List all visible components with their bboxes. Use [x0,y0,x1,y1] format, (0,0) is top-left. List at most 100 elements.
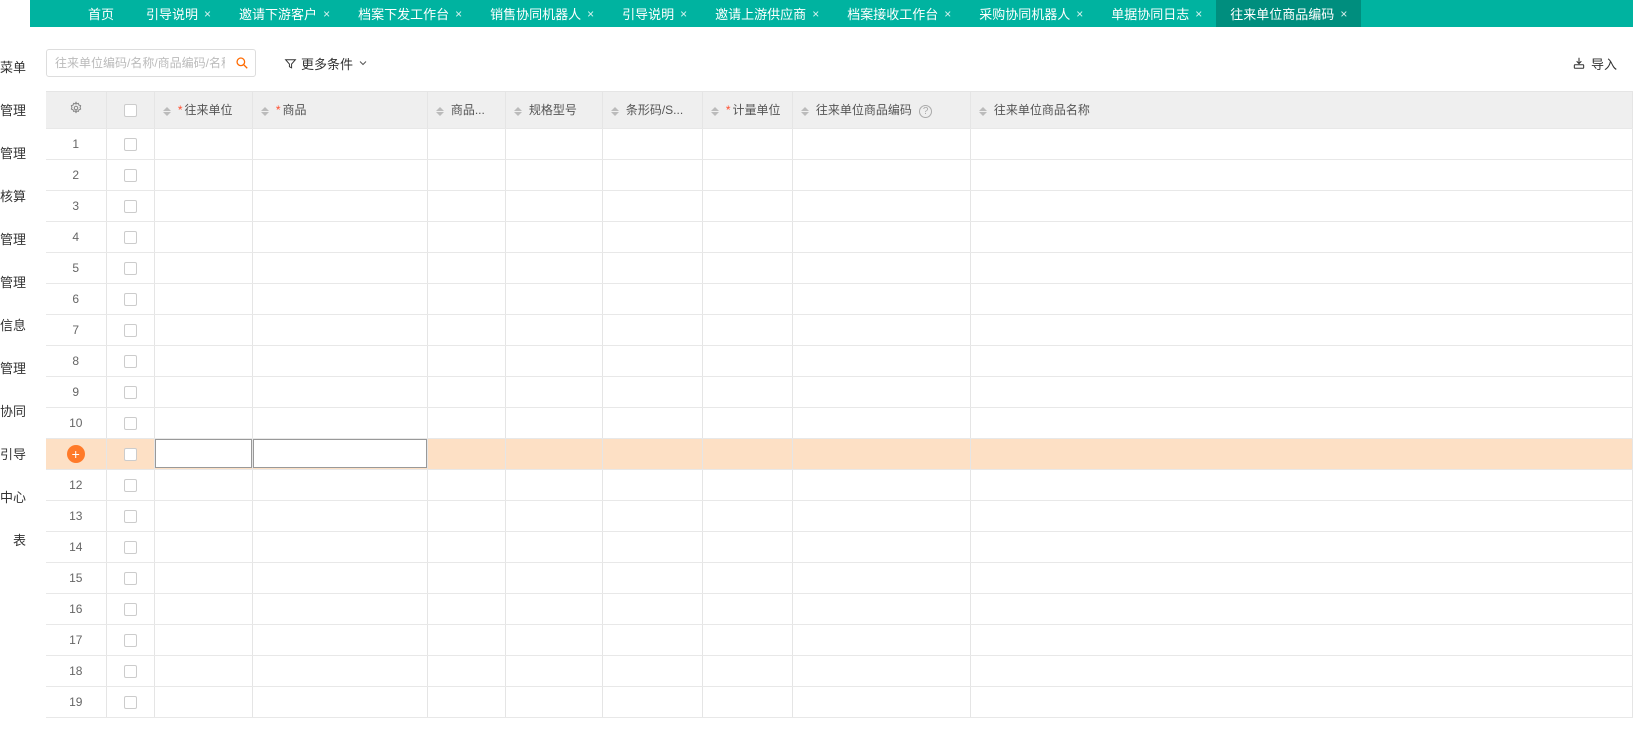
sidebar-item[interactable]: 管理 [0,131,30,174]
table-row[interactable]: 18 [46,655,1633,686]
tab-item[interactable]: 销售协同机器人× [476,0,608,27]
cell[interactable] [602,531,702,562]
cell[interactable] [970,314,1633,345]
header-checkbox[interactable] [106,92,154,128]
close-icon[interactable]: × [204,7,211,21]
cell[interactable] [154,128,252,159]
sidebar-item[interactable]: 信息 [0,303,30,346]
cell[interactable] [154,345,252,376]
row-checkbox[interactable] [124,479,137,492]
cell[interactable] [792,624,970,655]
cell[interactable] [702,562,792,593]
tab-item[interactable]: 单据协同日志× [1097,0,1216,27]
cell[interactable] [252,562,427,593]
add-row-button[interactable]: + [67,445,85,463]
cell[interactable] [154,376,252,407]
cell[interactable] [154,221,252,252]
cell[interactable] [702,128,792,159]
cell[interactable] [505,407,602,438]
cell[interactable] [970,500,1633,531]
cell[interactable] [427,469,505,500]
cell[interactable] [252,686,427,717]
cell[interactable] [702,221,792,252]
row-checkbox[interactable] [124,355,137,368]
cell[interactable] [252,438,427,469]
close-icon[interactable]: × [1195,7,1202,21]
cell[interactable] [427,531,505,562]
cell[interactable] [702,376,792,407]
cell[interactable] [702,500,792,531]
table-row[interactable]: 14 [46,531,1633,562]
tab-item[interactable]: 邀请上游供应商× [701,0,833,27]
cell[interactable] [602,283,702,314]
tab-item[interactable]: 档案接收工作台× [833,0,965,27]
cell[interactable] [505,500,602,531]
cell[interactable] [505,655,602,686]
cell[interactable] [792,128,970,159]
cell[interactable] [602,221,702,252]
row-checkbox[interactable] [124,541,137,554]
cell[interactable] [792,655,970,686]
cell[interactable] [252,500,427,531]
cell[interactable] [792,469,970,500]
close-icon[interactable]: × [323,7,330,21]
table-row[interactable]: 17 [46,624,1633,655]
sidebar-item[interactable]: 管理 [0,217,30,260]
cell[interactable] [252,314,427,345]
cell[interactable] [792,314,970,345]
cell[interactable] [505,314,602,345]
table-row[interactable]: 9 [46,376,1633,407]
cell[interactable] [505,469,602,500]
cell[interactable] [154,686,252,717]
cell[interactable] [427,376,505,407]
row-checkbox[interactable] [124,448,137,461]
cell[interactable] [602,376,702,407]
sidebar-item[interactable]: 协同 [0,389,30,432]
cell[interactable] [505,283,602,314]
cell[interactable] [154,159,252,190]
cell[interactable] [427,283,505,314]
cell[interactable] [702,283,792,314]
header-spec[interactable]: 规格型号 [505,92,602,128]
cell[interactable] [154,438,252,469]
cell[interactable] [427,407,505,438]
cell[interactable] [427,500,505,531]
sidebar-item[interactable]: 管理 [0,88,30,131]
cell[interactable] [602,562,702,593]
sidebar-item[interactable]: 核算 [0,174,30,217]
cell[interactable] [154,283,252,314]
cell[interactable] [970,128,1633,159]
cell[interactable] [427,221,505,252]
row-checkbox[interactable] [124,386,137,399]
cell[interactable] [970,190,1633,221]
close-icon[interactable]: × [1076,7,1083,21]
cell[interactable] [702,531,792,562]
row-checkbox[interactable] [124,665,137,678]
cell[interactable] [792,221,970,252]
cell[interactable] [154,593,252,624]
tab-item[interactable]: 引导说明× [608,0,701,27]
cell[interactable] [252,376,427,407]
cell[interactable] [792,252,970,283]
row-checkbox[interactable] [124,262,137,275]
row-checkbox[interactable] [124,696,137,709]
table-row[interactable]: 7 [46,314,1633,345]
cell[interactable] [702,190,792,221]
cell[interactable] [427,624,505,655]
cell[interactable] [427,686,505,717]
cell[interactable] [252,190,427,221]
cell[interactable] [154,407,252,438]
cell[interactable] [252,159,427,190]
table-row[interactable]: 15 [46,562,1633,593]
cell[interactable] [702,159,792,190]
cell[interactable] [427,438,505,469]
table-row[interactable]: 5 [46,252,1633,283]
cell[interactable] [970,345,1633,376]
table-row[interactable]: 13 [46,500,1633,531]
table-row[interactable]: 4 [46,221,1633,252]
cell[interactable] [970,593,1633,624]
row-checkbox[interactable] [124,510,137,523]
header-goods2[interactable]: 商品... [427,92,505,128]
tab-home[interactable]: 首页 [70,0,132,27]
cell[interactable] [252,655,427,686]
